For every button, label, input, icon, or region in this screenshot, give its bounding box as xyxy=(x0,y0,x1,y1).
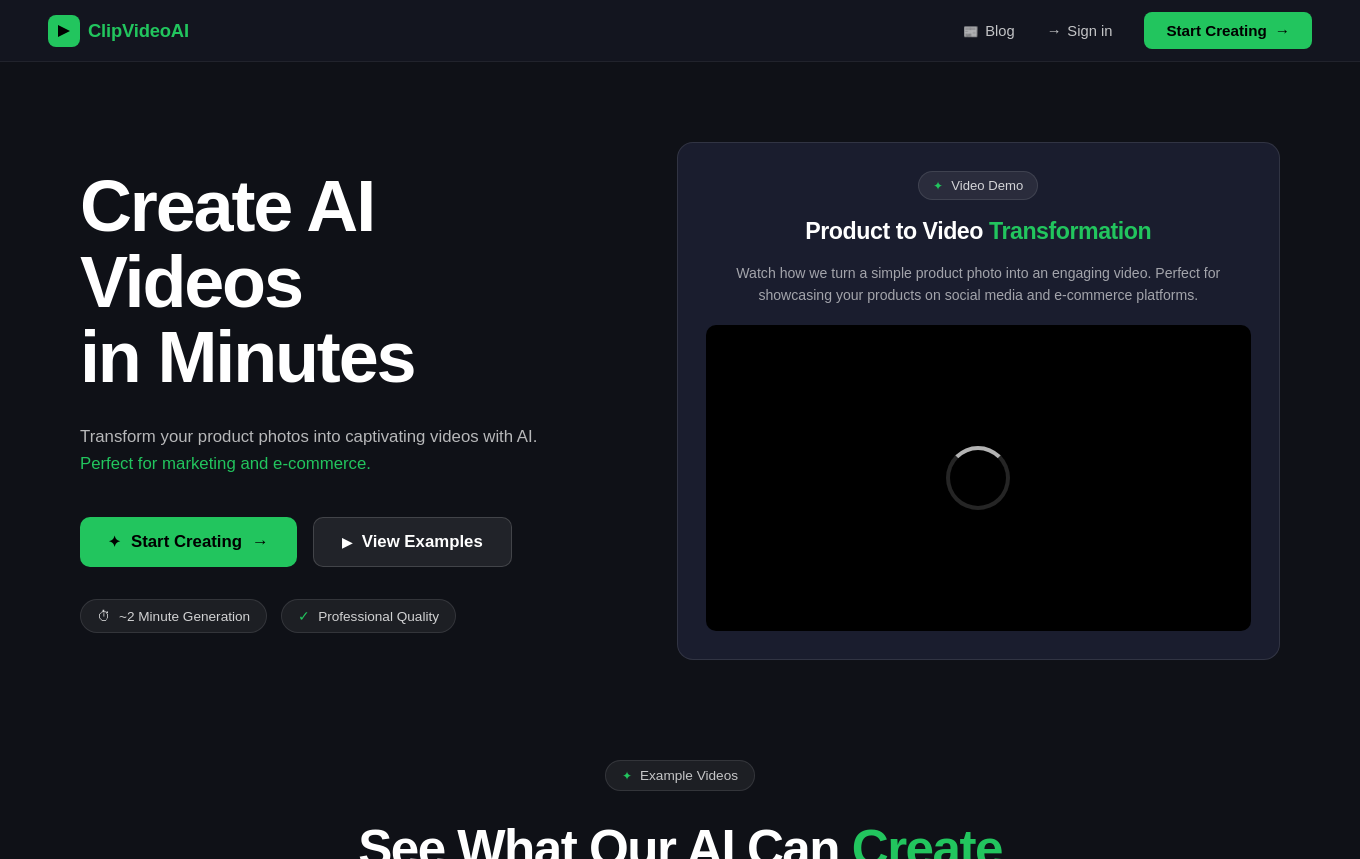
clock-icon xyxy=(97,609,111,624)
demo-tag: Video Demo xyxy=(918,171,1038,200)
signin-icon xyxy=(1047,23,1062,39)
demo-card-description: Watch how we turn a simple product photo… xyxy=(706,263,1251,307)
video-placeholder[interactable] xyxy=(706,325,1251,632)
sparkle-icon-2 xyxy=(622,768,632,783)
nav-cta-button[interactable]: Start Creating → xyxy=(1144,12,1312,49)
blog-icon xyxy=(963,23,979,39)
hero-right: Video Demo Product to Video Transformati… xyxy=(677,142,1280,660)
hero-left: Create AI Videos in Minutes Transform yo… xyxy=(80,169,629,634)
check-icon xyxy=(298,608,310,624)
view-examples-label: View Examples xyxy=(362,532,483,552)
logo-icon xyxy=(48,15,80,47)
wand-icon xyxy=(108,532,121,552)
quality-badge: Professional Quality xyxy=(281,599,456,633)
sparkle-icon xyxy=(933,178,943,193)
time-badge: ~2 Minute Generation xyxy=(80,599,267,633)
view-examples-button[interactable]: View Examples xyxy=(313,517,512,567)
nav-links: Blog Sign in Start Creating → xyxy=(963,12,1312,49)
signin-link[interactable]: Sign in xyxy=(1047,23,1113,39)
section-tag-label: Example Videos xyxy=(640,768,738,783)
quality-badge-label: Professional Quality xyxy=(318,609,439,624)
loading-spinner xyxy=(946,446,1010,510)
hero-badges: ~2 Minute Generation Professional Qualit… xyxy=(80,599,629,633)
navbar: ClipVideoAI Blog Sign in Start Creating … xyxy=(0,0,1360,62)
demo-tag-label: Video Demo xyxy=(951,178,1023,193)
nav-cta-label: Start Creating xyxy=(1166,22,1266,39)
hero-subtitle: Transform your product photos into capti… xyxy=(80,424,560,478)
hero-buttons: Start Creating → View Examples xyxy=(80,517,629,567)
hero-section: Create AI Videos in Minutes Transform yo… xyxy=(0,62,1360,720)
blog-label: Blog xyxy=(985,23,1014,39)
arrow-icon: → xyxy=(252,532,269,552)
section-tag: Example Videos xyxy=(605,760,755,791)
blog-link[interactable]: Blog xyxy=(963,23,1014,39)
video-icon xyxy=(342,532,352,552)
demo-card: Video Demo Product to Video Transformati… xyxy=(677,142,1280,660)
logo-link[interactable]: ClipVideoAI xyxy=(48,15,189,47)
demo-card-title: Product to Video Transformation xyxy=(706,218,1251,245)
start-creating-button[interactable]: Start Creating → xyxy=(80,517,297,567)
logo-text: ClipVideoAI xyxy=(88,20,189,42)
hero-title: Create AI Videos in Minutes xyxy=(80,169,629,396)
section-title: See What Our AI Can Create xyxy=(80,819,1280,859)
time-badge-label: ~2 Minute Generation xyxy=(119,609,250,624)
examples-section: Example Videos See What Our AI Can Creat… xyxy=(0,720,1360,859)
signin-label: Sign in xyxy=(1067,23,1112,39)
nav-cta-arrow: → xyxy=(1275,22,1290,39)
start-creating-label: Start Creating xyxy=(131,532,242,552)
